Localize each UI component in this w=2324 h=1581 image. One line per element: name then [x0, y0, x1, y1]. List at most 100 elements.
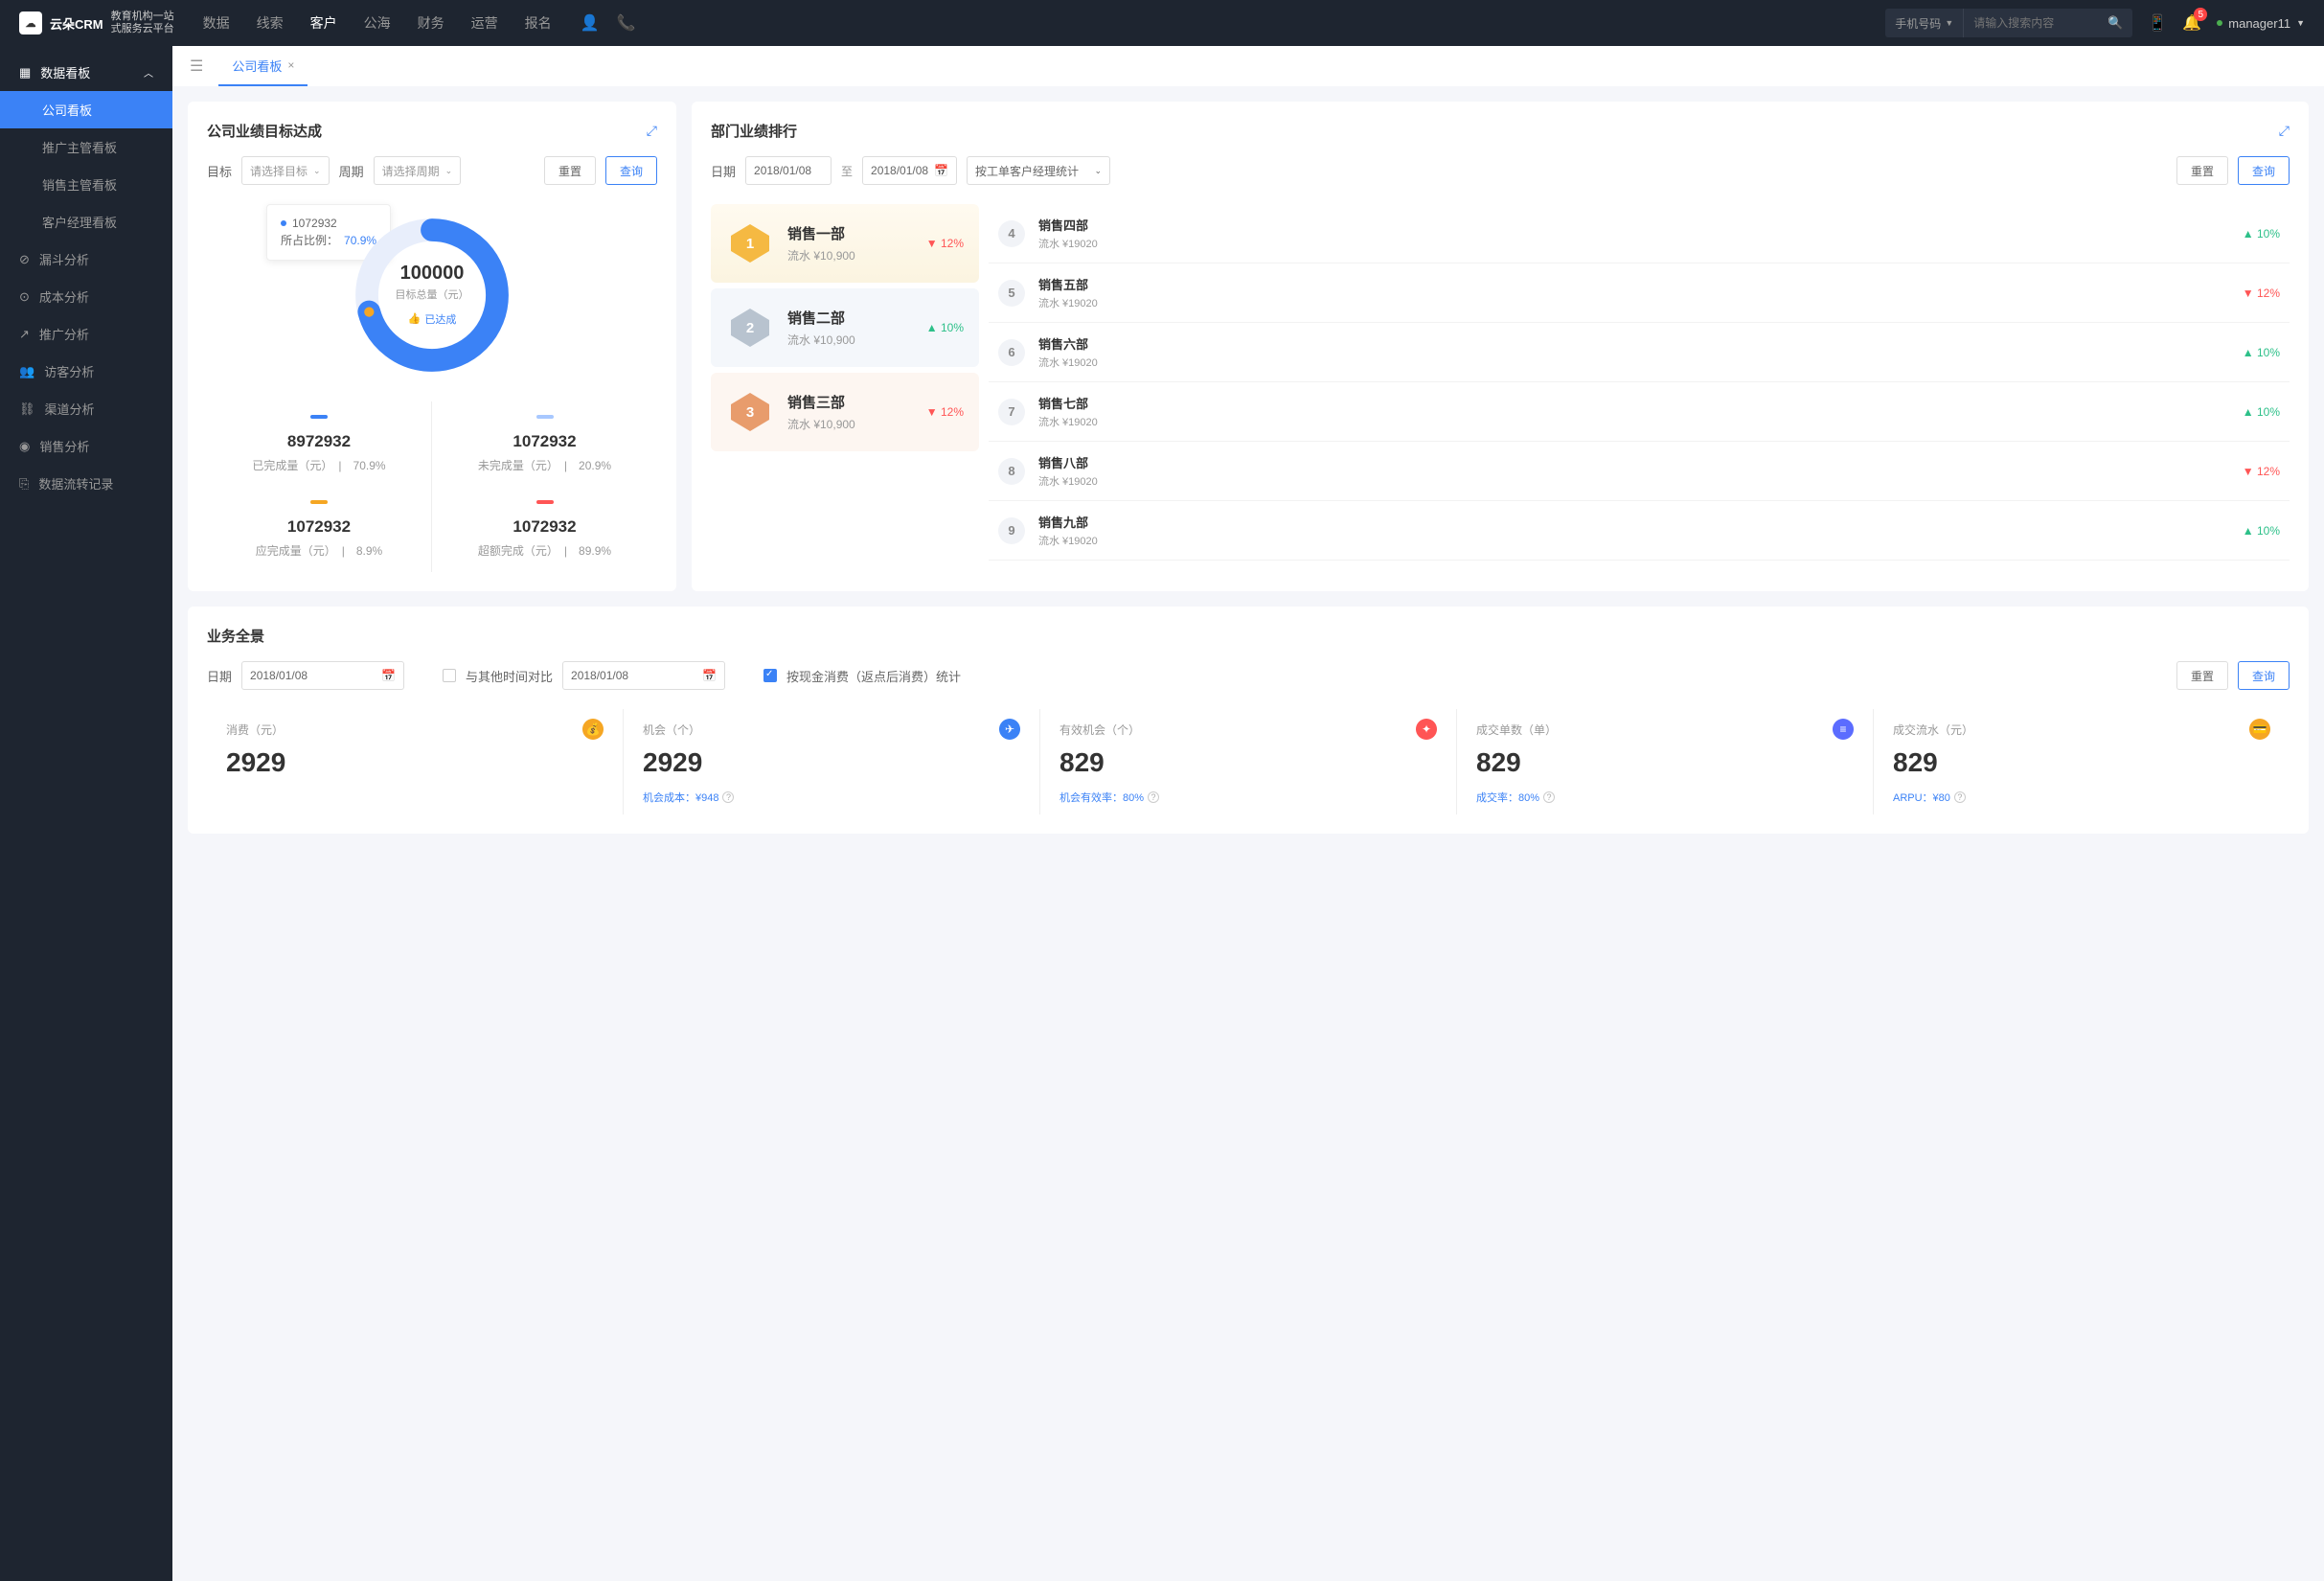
query-button[interactable]: 查询 — [2238, 661, 2290, 690]
nav-item[interactable]: 线索 — [257, 13, 284, 33]
metric: 1072932未完成量（元） | 20.9% — [432, 401, 657, 487]
medal-icon: 2 — [726, 304, 774, 352]
period-select[interactable]: 请选择周期⌄ — [374, 156, 462, 185]
logo: ☁ 云朵CRM 教育机构一站 式服务云平台 — [19, 11, 174, 35]
rank-row[interactable]: 9销售九部流水 ¥19020▲ 10% — [989, 501, 2290, 561]
help-icon[interactable]: ? — [1543, 791, 1555, 803]
help-icon[interactable]: ? — [1148, 791, 1159, 803]
search-button[interactable]: 🔍 — [2098, 15, 2132, 31]
rank-row[interactable]: 4销售四部流水 ¥19020▲ 10% — [989, 204, 2290, 264]
sidebar-item[interactable]: ⛓渠道分析 — [0, 390, 172, 427]
reset-button[interactable]: 重置 — [544, 156, 596, 185]
sidebar-icon: ⊙ — [19, 289, 30, 305]
kpi-icon: ≡ — [1833, 719, 1854, 740]
rank-number: 6 — [998, 339, 1025, 366]
metric: 1072932应完成量（元） | 8.9% — [207, 487, 432, 572]
panel-title: 业务全景 — [207, 626, 2290, 646]
notifications-icon[interactable]: 🔔5 — [2182, 13, 2201, 33]
kpi-card: 有效机会（个）✦829机会有效率：80% ? — [1040, 709, 1457, 814]
label-period: 周期 — [339, 162, 364, 180]
main-nav: 数据 线索 客户 公海 财务 运营 报名 — [203, 13, 552, 33]
calendar-icon: 📅 — [381, 669, 396, 682]
device-icon[interactable]: 📱 — [2148, 13, 2167, 33]
kpi-card: 成交单数（单）≡829成交率：80% ? — [1457, 709, 1874, 814]
sidebar-item[interactable]: ↗推广分析 — [0, 315, 172, 353]
logo-sub: 教育机构一站 式服务云平台 — [111, 11, 174, 35]
expand-icon[interactable]: ⤢ — [2279, 123, 2290, 139]
nav-item[interactable]: 公海 — [364, 13, 391, 33]
nav-item[interactable]: 报名 — [525, 13, 552, 33]
rank-card[interactable]: 2销售二部流水 ¥10,900▲ 10% — [711, 288, 979, 367]
kpi-card: 机会（个）✈2929机会成本：¥948 ? — [624, 709, 1040, 814]
search-type-select[interactable]: 手机号码▼ — [1885, 9, 1964, 37]
chevron-up-icon: ︿ — [144, 65, 153, 80]
chevron-down-icon: ⌄ — [1095, 166, 1103, 176]
search-input[interactable] — [1964, 16, 2098, 30]
sidebar-item[interactable]: 客户经理看板 — [0, 203, 172, 241]
nav-item[interactable]: 运营 — [471, 13, 498, 33]
sidebar-group-dashboard[interactable]: ▦ 数据看板 ︿ — [0, 54, 172, 91]
sidebar-icon: ⛓ — [19, 401, 35, 417]
phone-icon[interactable]: 📞 — [617, 13, 636, 33]
user-icon[interactable]: 👤 — [581, 13, 600, 33]
kpi-icon: 💰 — [582, 719, 604, 740]
biz-date-2[interactable]: 2018/01/08📅 — [562, 661, 725, 690]
chevron-down-icon: ▼ — [1945, 18, 1953, 28]
query-button[interactable]: 查询 — [2238, 156, 2290, 185]
medal-icon: 1 — [726, 219, 774, 267]
cash-checkbox[interactable] — [763, 669, 777, 682]
panel-goal: 公司业绩目标达成 ⤢ 目标 请选择目标⌄ 周期 请选择周期⌄ 重置 查询 — [188, 102, 676, 591]
medal-icon: 3 — [726, 388, 774, 436]
rank-row[interactable]: 7销售七部流水 ¥19020▲ 10% — [989, 382, 2290, 442]
metric: 1072932超额完成（元） | 89.9% — [432, 487, 657, 572]
date-to[interactable]: 2018/01/08📅 — [862, 156, 957, 185]
rank-type-select[interactable]: 按工单客户经理统计⌄ — [967, 156, 1110, 185]
help-icon[interactable]: ? — [1954, 791, 1966, 803]
tab-company-board[interactable]: 公司看板 × — [218, 47, 308, 86]
rank-card[interactable]: 1销售一部流水 ¥10,900▼ 12% — [711, 204, 979, 283]
rank-number: 7 — [998, 399, 1025, 425]
compare-checkbox[interactable] — [443, 669, 456, 682]
rank-number: 4 — [998, 220, 1025, 247]
reset-button[interactable]: 重置 — [2176, 156, 2228, 185]
content: ☰ 公司看板 × 公司业绩目标达成 ⤢ 目标 请选择目标⌄ 周期 请选择周期 — [172, 46, 2324, 1581]
query-button[interactable]: 查询 — [605, 156, 657, 185]
sidebar-item[interactable]: 👥访客分析 — [0, 353, 172, 390]
sidebar-icon: ⎘ — [19, 476, 29, 492]
logo-icon: ☁ — [19, 11, 42, 34]
header: ☁ 云朵CRM 教育机构一站 式服务云平台 数据 线索 客户 公海 财务 运营 报名 👤 📞… — [0, 0, 2324, 46]
sidebar-item[interactable]: 推广主管看板 — [0, 128, 172, 166]
sidebar-icon: ↗ — [19, 327, 30, 342]
label-target: 目标 — [207, 162, 232, 180]
rank-row[interactable]: 6销售六部流水 ¥19020▲ 10% — [989, 323, 2290, 382]
user-name: manager11 — [2228, 16, 2290, 31]
rank-card[interactable]: 3销售三部流水 ¥10,900▼ 12% — [711, 373, 979, 451]
label-date: 日期 — [711, 162, 736, 180]
sidebar-item[interactable]: ⎘数据流转记录 — [0, 465, 172, 502]
rank-row[interactable]: 5销售五部流水 ¥19020▼ 12% — [989, 264, 2290, 323]
sidebar-icon: ⊘ — [19, 252, 30, 267]
reset-button[interactable]: 重置 — [2176, 661, 2228, 690]
calendar-icon: 📅 — [934, 164, 948, 177]
sidebar-item[interactable]: ⊘漏斗分析 — [0, 241, 172, 278]
tabs-bar: ☰ 公司看板 × — [172, 46, 2324, 86]
nav-item[interactable]: 财务 — [418, 13, 444, 33]
expand-icon[interactable]: ⤢ — [647, 123, 657, 139]
menu-toggle[interactable]: ☰ — [184, 57, 209, 76]
user-menu[interactable]: manager11 ▼ — [2217, 16, 2305, 31]
search-icon: 🔍 — [2108, 15, 2123, 30]
chevron-down-icon: ▼ — [2296, 18, 2305, 28]
sidebar-item[interactable]: ◉销售分析 — [0, 427, 172, 465]
help-icon[interactable]: ? — [722, 791, 734, 803]
nav-item[interactable]: 数据 — [203, 13, 230, 33]
sidebar-item[interactable]: 公司看板 — [0, 91, 172, 128]
sidebar-item[interactable]: 销售主管看板 — [0, 166, 172, 203]
biz-date-1[interactable]: 2018/01/08📅 — [241, 661, 404, 690]
date-from[interactable]: 2018/01/08 — [745, 156, 832, 185]
search-box: 手机号码▼ 🔍 — [1885, 9, 2132, 37]
sidebar-item[interactable]: ⊙成本分析 — [0, 278, 172, 315]
nav-item[interactable]: 客户 — [310, 13, 337, 33]
target-select[interactable]: 请选择目标⌄ — [241, 156, 330, 185]
rank-row[interactable]: 8销售八部流水 ¥19020▼ 12% — [989, 442, 2290, 501]
close-icon[interactable]: × — [287, 58, 294, 72]
